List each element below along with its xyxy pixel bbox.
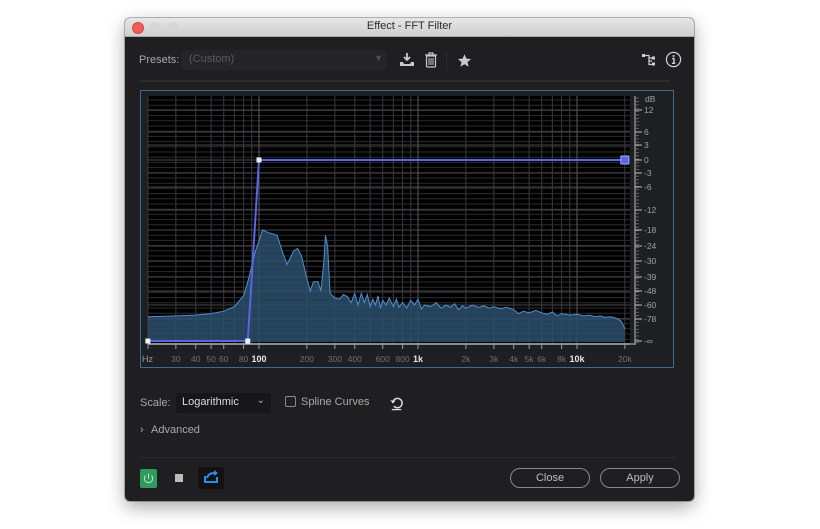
y-tick-label: -12: [644, 205, 657, 215]
fft-graph-frame[interactable]: Hz 30 40 50 60 80 100 200 300 400 600 800 1k 2k 3k 4k 5k…: [140, 90, 674, 368]
y-tick-label: -60: [644, 300, 657, 310]
x-tick-label: 200: [300, 354, 314, 364]
apply-button[interactable]: Apply: [600, 468, 680, 488]
fft-graph[interactable]: Hz 30 40 50 60 80 100 200 300 400 600 800 1k 2k 3k 4k 5k…: [141, 91, 673, 367]
advanced-toggle[interactable]: Advanced: [151, 424, 200, 436]
x-tick-label: 30: [171, 354, 181, 364]
y-tick-label: 6: [644, 127, 649, 137]
x-tick-label: 1k: [413, 354, 424, 364]
chevron-down-icon: ⌄: [256, 395, 265, 406]
x-tick-label: 800: [395, 354, 409, 364]
stop-button[interactable]: [175, 474, 183, 482]
x-tick-label: 100: [251, 354, 266, 364]
x-tick-label: 6k: [537, 354, 547, 364]
x-tick-label: 4k: [509, 354, 519, 364]
separator: [139, 457, 676, 458]
download-icon[interactable]: [398, 51, 416, 69]
y-tick-label: 0: [644, 155, 649, 165]
presets-label: Presets:: [139, 54, 180, 66]
star-icon[interactable]: [455, 51, 473, 69]
presets-value: (Custom): [189, 53, 235, 65]
x-tick-label: 60: [219, 354, 229, 364]
close-button[interactable]: Close: [510, 468, 590, 488]
x-tick-label: 20k: [618, 354, 632, 364]
x-tick-label: 300: [328, 354, 342, 364]
y-axis-unit: dB: [645, 94, 656, 104]
spline-curves-checkbox[interactable]: [285, 396, 296, 407]
trash-icon[interactable]: [422, 51, 440, 69]
info-icon[interactable]: [664, 50, 683, 69]
power-icon: [143, 473, 154, 484]
y-tick-label: -30: [644, 256, 657, 266]
chevron-right-icon[interactable]: ›: [140, 424, 144, 436]
frequency-axis: Hz 30 40 50 60 80 100 200 300 400 600 800 1k 2k 3k 4k 5k…: [142, 343, 632, 364]
title-bar[interactable]: Effect - FFT Filter: [125, 18, 694, 37]
y-tick-label: -∞: [644, 336, 653, 346]
x-tick-label: 10k: [569, 354, 585, 364]
x-tick-label: 40: [191, 354, 201, 364]
loop-icon: [204, 470, 218, 483]
window-title: Effect - FFT Filter: [366, 20, 453, 32]
filter-control-point[interactable]: [620, 155, 630, 165]
x-tick-label: 5k: [525, 354, 535, 364]
y-tick-label: -78: [644, 314, 657, 324]
toolbar-divider: [446, 51, 447, 71]
y-tick-label: -48: [644, 286, 657, 296]
loop-playback-button[interactable]: [198, 467, 224, 489]
x-tick-label: 80: [239, 354, 249, 364]
channel-routing-icon[interactable]: [640, 51, 658, 69]
filter-control-point[interactable]: [256, 157, 262, 163]
y-tick-label: -18: [644, 225, 657, 235]
x-tick-label: 3k: [489, 354, 499, 364]
x-tick-label: 50: [206, 354, 216, 364]
x-axis-unit: Hz: [142, 354, 153, 364]
presets-dropdown[interactable]: (Custom) ▼: [181, 50, 387, 70]
chevron-down-icon: ▼: [374, 53, 383, 63]
y-tick-label: -6: [644, 182, 652, 192]
x-tick-label: 600: [376, 354, 390, 364]
y-tick-label: -24: [644, 241, 657, 251]
separator: [139, 80, 670, 82]
db-axis: dB12 6 3 0 -3 -6 -12 -18 -24 -30 -39 -48 -60 -78 -∞: [630, 94, 657, 346]
scale-value: Logarithmic: [182, 396, 239, 408]
scale-label: Scale:: [140, 397, 171, 409]
y-tick-label: -3: [644, 168, 652, 178]
power-toggle-button[interactable]: [140, 469, 157, 488]
y-tick-label: 12: [644, 105, 654, 115]
spline-curves-label[interactable]: Spline Curves: [301, 396, 369, 408]
y-tick-label: 3: [644, 140, 649, 150]
x-tick-label: 400: [348, 354, 362, 364]
y-tick-label: -39: [644, 272, 657, 282]
reset-icon[interactable]: [388, 395, 404, 411]
filter-control-point[interactable]: [245, 338, 251, 344]
filter-control-point[interactable]: [145, 338, 151, 344]
effect-dialog: Effect - FFT Filter Presets: (Custom) ▼ …: [125, 18, 694, 501]
scale-dropdown[interactable]: Logarithmic ⌄: [176, 393, 271, 413]
x-tick-label: 8k: [557, 354, 567, 364]
x-tick-label: 2k: [461, 354, 471, 364]
